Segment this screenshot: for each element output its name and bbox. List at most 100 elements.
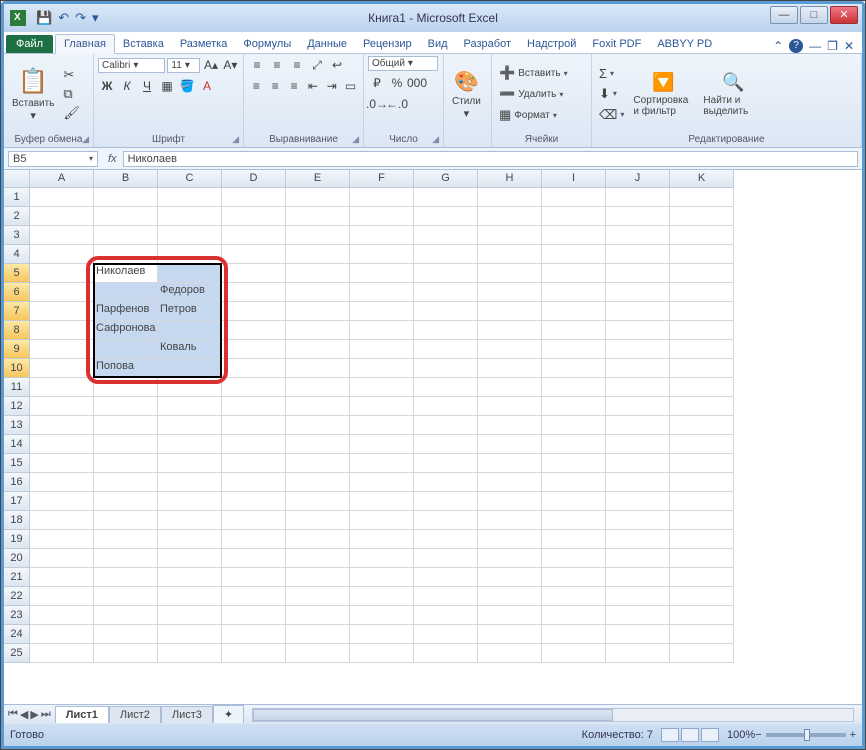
normal-view-button[interactable] bbox=[661, 728, 679, 742]
fill-color-button[interactable]: 🪣 bbox=[178, 77, 196, 95]
insert-cells-button[interactable]: ➕Вставить▾ bbox=[496, 64, 571, 82]
cell[interactable] bbox=[158, 644, 222, 663]
row-header[interactable]: 13 bbox=[4, 416, 30, 435]
cell[interactable] bbox=[30, 188, 94, 207]
cell[interactable] bbox=[158, 606, 222, 625]
cell[interactable] bbox=[606, 435, 670, 454]
row-header[interactable]: 21 bbox=[4, 568, 30, 587]
cell[interactable] bbox=[414, 207, 478, 226]
cell[interactable] bbox=[670, 378, 734, 397]
cell[interactable] bbox=[670, 606, 734, 625]
cell[interactable] bbox=[414, 625, 478, 644]
cell[interactable] bbox=[286, 321, 350, 340]
cell[interactable] bbox=[94, 625, 158, 644]
cell[interactable] bbox=[350, 568, 414, 587]
cell[interactable] bbox=[94, 188, 158, 207]
cell[interactable] bbox=[606, 511, 670, 530]
cell[interactable] bbox=[670, 435, 734, 454]
cell[interactable] bbox=[542, 188, 606, 207]
cell[interactable] bbox=[670, 454, 734, 473]
row-header[interactable]: 7 bbox=[4, 302, 30, 321]
cell[interactable] bbox=[222, 397, 286, 416]
horizontal-scrollbar[interactable] bbox=[252, 708, 854, 722]
dialog-launcher-icon[interactable]: ◢ bbox=[82, 134, 89, 145]
cell[interactable] bbox=[542, 530, 606, 549]
cell[interactable] bbox=[606, 378, 670, 397]
cell[interactable] bbox=[286, 188, 350, 207]
cell[interactable] bbox=[158, 492, 222, 511]
cell[interactable] bbox=[222, 454, 286, 473]
cell[interactable] bbox=[670, 340, 734, 359]
cell[interactable] bbox=[94, 283, 158, 302]
cell[interactable] bbox=[222, 302, 286, 321]
cell[interactable] bbox=[670, 302, 734, 321]
cell[interactable] bbox=[350, 644, 414, 663]
cell[interactable] bbox=[478, 625, 542, 644]
cell[interactable] bbox=[606, 188, 670, 207]
cell[interactable] bbox=[414, 188, 478, 207]
cell[interactable] bbox=[670, 530, 734, 549]
cell[interactable] bbox=[414, 530, 478, 549]
row-header[interactable]: 17 bbox=[4, 492, 30, 511]
cell[interactable] bbox=[350, 454, 414, 473]
cell[interactable] bbox=[286, 378, 350, 397]
cell[interactable] bbox=[350, 302, 414, 321]
cell[interactable] bbox=[94, 644, 158, 663]
cell[interactable] bbox=[542, 397, 606, 416]
cell[interactable] bbox=[286, 207, 350, 226]
cell[interactable]: Николаев bbox=[94, 264, 158, 283]
cell[interactable] bbox=[478, 473, 542, 492]
copy-button[interactable]: ⧉ bbox=[60, 85, 83, 103]
cell[interactable] bbox=[286, 530, 350, 549]
column-header[interactable]: J bbox=[606, 170, 670, 188]
bold-button[interactable]: Ж bbox=[98, 77, 116, 95]
cell[interactable] bbox=[30, 359, 94, 378]
tab-review[interactable]: Рецензир bbox=[355, 35, 420, 53]
cell[interactable] bbox=[414, 245, 478, 264]
cell[interactable] bbox=[286, 359, 350, 378]
cell[interactable] bbox=[30, 530, 94, 549]
cell[interactable] bbox=[286, 245, 350, 264]
zoom-slider[interactable] bbox=[766, 733, 846, 737]
cell[interactable] bbox=[222, 226, 286, 245]
cell[interactable] bbox=[542, 226, 606, 245]
cell[interactable] bbox=[478, 359, 542, 378]
cell[interactable] bbox=[478, 188, 542, 207]
cell[interactable] bbox=[670, 473, 734, 492]
cell[interactable] bbox=[350, 340, 414, 359]
cell[interactable] bbox=[414, 416, 478, 435]
cell[interactable] bbox=[542, 264, 606, 283]
undo-icon[interactable]: ↶ bbox=[58, 10, 69, 26]
decrease-decimal-button[interactable]: ←.0 bbox=[388, 95, 406, 113]
cell[interactable] bbox=[542, 625, 606, 644]
cell[interactable] bbox=[478, 416, 542, 435]
cell[interactable] bbox=[542, 511, 606, 530]
cell[interactable] bbox=[222, 245, 286, 264]
cut-button[interactable]: ✂ bbox=[60, 66, 83, 84]
cell[interactable] bbox=[350, 549, 414, 568]
cell[interactable] bbox=[414, 302, 478, 321]
format-painter-button[interactable]: 🖌 bbox=[60, 104, 83, 122]
cell[interactable] bbox=[286, 568, 350, 587]
sheet-tab[interactable]: Лист2 bbox=[109, 706, 161, 723]
cell[interactable] bbox=[94, 245, 158, 264]
cell[interactable] bbox=[414, 511, 478, 530]
cell[interactable] bbox=[94, 549, 158, 568]
cell[interactable] bbox=[478, 397, 542, 416]
align-left-button[interactable]: ≡ bbox=[248, 77, 265, 95]
zoom-level[interactable]: 100% bbox=[727, 729, 755, 741]
cell[interactable] bbox=[606, 302, 670, 321]
cell[interactable] bbox=[350, 473, 414, 492]
cell[interactable] bbox=[350, 435, 414, 454]
cell[interactable] bbox=[670, 226, 734, 245]
sheet-tab[interactable]: Лист1 bbox=[55, 706, 109, 723]
row-header[interactable]: 22 bbox=[4, 587, 30, 606]
cell[interactable] bbox=[94, 454, 158, 473]
cell[interactable] bbox=[30, 568, 94, 587]
cell[interactable] bbox=[478, 606, 542, 625]
row-header[interactable]: 9 bbox=[4, 340, 30, 359]
cell[interactable] bbox=[478, 245, 542, 264]
decrease-indent-button[interactable]: ⇤ bbox=[304, 77, 321, 95]
cell[interactable] bbox=[30, 226, 94, 245]
dialog-launcher-icon[interactable]: ◢ bbox=[232, 134, 239, 145]
